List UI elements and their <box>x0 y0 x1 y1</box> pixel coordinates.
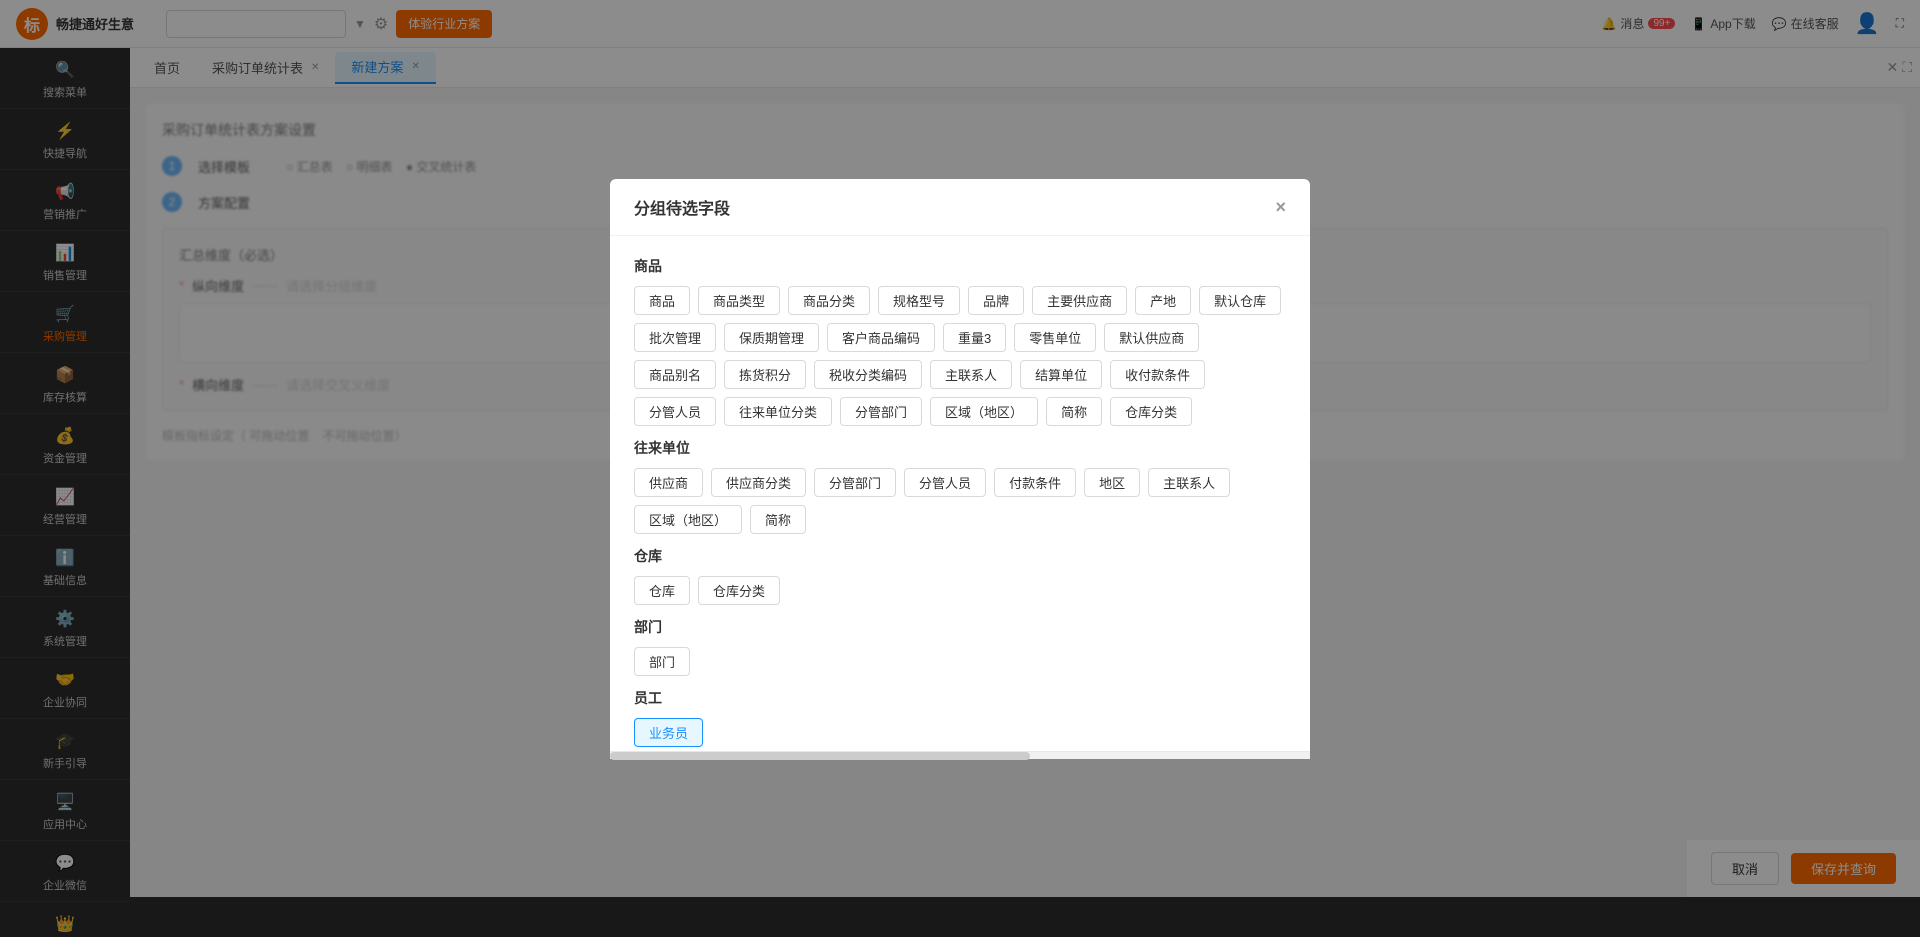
field-tag-往来单位分类[interactable]: 往来单位分类 <box>724 397 832 426</box>
section-title-往来单位: 往来单位 <box>634 438 1286 458</box>
field-tag-供应商[interactable]: 供应商 <box>634 468 703 497</box>
field-tag-零售单位[interactable]: 零售单位 <box>1014 323 1096 352</box>
field-tag-拣货积分[interactable]: 拣货积分 <box>724 360 806 389</box>
fields-grid-部门: 部门 <box>634 647 1286 676</box>
field-tag-保质期管理[interactable]: 保质期管理 <box>724 323 819 352</box>
field-tag-部门[interactable]: 部门 <box>634 647 690 676</box>
fields-grid-员工: 业务员 <box>634 718 1286 747</box>
field-tag-分管人员[interactable]: 分管人员 <box>904 468 986 497</box>
section-title-部门: 部门 <box>634 617 1286 637</box>
field-tag-分管部门[interactable]: 分管部门 <box>814 468 896 497</box>
modal-body: 商品商品商品类型商品分类规格型号品牌主要供应商产地默认仓库批次管理保质期管理客户… <box>610 236 1310 751</box>
field-tag-商品[interactable]: 商品 <box>634 286 690 315</box>
field-tag-区域（地区）[interactable]: 区域（地区） <box>930 397 1038 426</box>
fields-grid-商品: 商品商品类型商品分类规格型号品牌主要供应商产地默认仓库批次管理保质期管理客户商品… <box>634 286 1286 426</box>
field-tag-主要供应商[interactable]: 主要供应商 <box>1032 286 1127 315</box>
modal-overlay: 分组待选字段 × 商品商品商品类型商品分类规格型号品牌主要供应商产地默认仓库批次… <box>0 0 1920 937</box>
field-tag-供应商分类[interactable]: 供应商分类 <box>711 468 806 497</box>
section-title-员工: 员工 <box>634 688 1286 708</box>
scrollbar-thumb <box>610 752 1030 760</box>
field-tag-区域（地区）[interactable]: 区域（地区） <box>634 505 742 534</box>
fields-grid-仓库: 仓库仓库分类 <box>634 576 1286 605</box>
field-tag-商品分类[interactable]: 商品分类 <box>788 286 870 315</box>
section-title-仓库: 仓库 <box>634 546 1286 566</box>
field-tag-仓库[interactable]: 仓库 <box>634 576 690 605</box>
field-tag-地区[interactable]: 地区 <box>1084 468 1140 497</box>
field-tag-产地[interactable]: 产地 <box>1135 286 1191 315</box>
modal-header: 分组待选字段 × <box>610 179 1310 236</box>
field-tag-商品类型[interactable]: 商品类型 <box>698 286 780 315</box>
field-tag-品牌[interactable]: 品牌 <box>968 286 1024 315</box>
section-title-商品: 商品 <box>634 256 1286 276</box>
field-tag-商品别名[interactable]: 商品别名 <box>634 360 716 389</box>
field-tag-客户商品编码[interactable]: 客户商品编码 <box>827 323 935 352</box>
field-tag-批次管理[interactable]: 批次管理 <box>634 323 716 352</box>
field-tag-简称[interactable]: 简称 <box>750 505 806 534</box>
field-tag-业务员[interactable]: 业务员 <box>634 718 703 747</box>
field-tag-重量3[interactable]: 重量3 <box>943 323 1006 352</box>
field-tag-分管部门[interactable]: 分管部门 <box>840 397 922 426</box>
field-tag-主联系人[interactable]: 主联系人 <box>1148 468 1230 497</box>
field-tag-税收分类编码[interactable]: 税收分类编码 <box>814 360 922 389</box>
fields-grid-往来单位: 供应商供应商分类分管部门分管人员付款条件地区主联系人区域（地区） 简称 <box>634 468 1286 534</box>
field-tag-仓库分类[interactable]: 仓库分类 <box>698 576 780 605</box>
field-select-modal: 分组待选字段 × 商品商品商品类型商品分类规格型号品牌主要供应商产地默认仓库批次… <box>610 179 1310 759</box>
field-tag-收付款条件[interactable]: 收付款条件 <box>1110 360 1205 389</box>
field-tag-规格型号[interactable]: 规格型号 <box>878 286 960 315</box>
modal-close-btn[interactable]: × <box>1275 198 1286 216</box>
field-tag-结算单位[interactable]: 结算单位 <box>1020 360 1102 389</box>
field-tag-简称[interactable]: 简称 <box>1046 397 1102 426</box>
field-tag-默认供应商[interactable]: 默认供应商 <box>1104 323 1199 352</box>
field-tag-默认仓库[interactable]: 默认仓库 <box>1199 286 1281 315</box>
field-tag-主联系人[interactable]: 主联系人 <box>930 360 1012 389</box>
field-tag-分管人员[interactable]: 分管人员 <box>634 397 716 426</box>
modal-horizontal-scrollbar[interactable] <box>610 751 1310 759</box>
field-tag-仓库分类[interactable]: 仓库分类 <box>1110 397 1192 426</box>
field-tag-付款条件[interactable]: 付款条件 <box>994 468 1076 497</box>
modal-title: 分组待选字段 <box>634 195 730 219</box>
